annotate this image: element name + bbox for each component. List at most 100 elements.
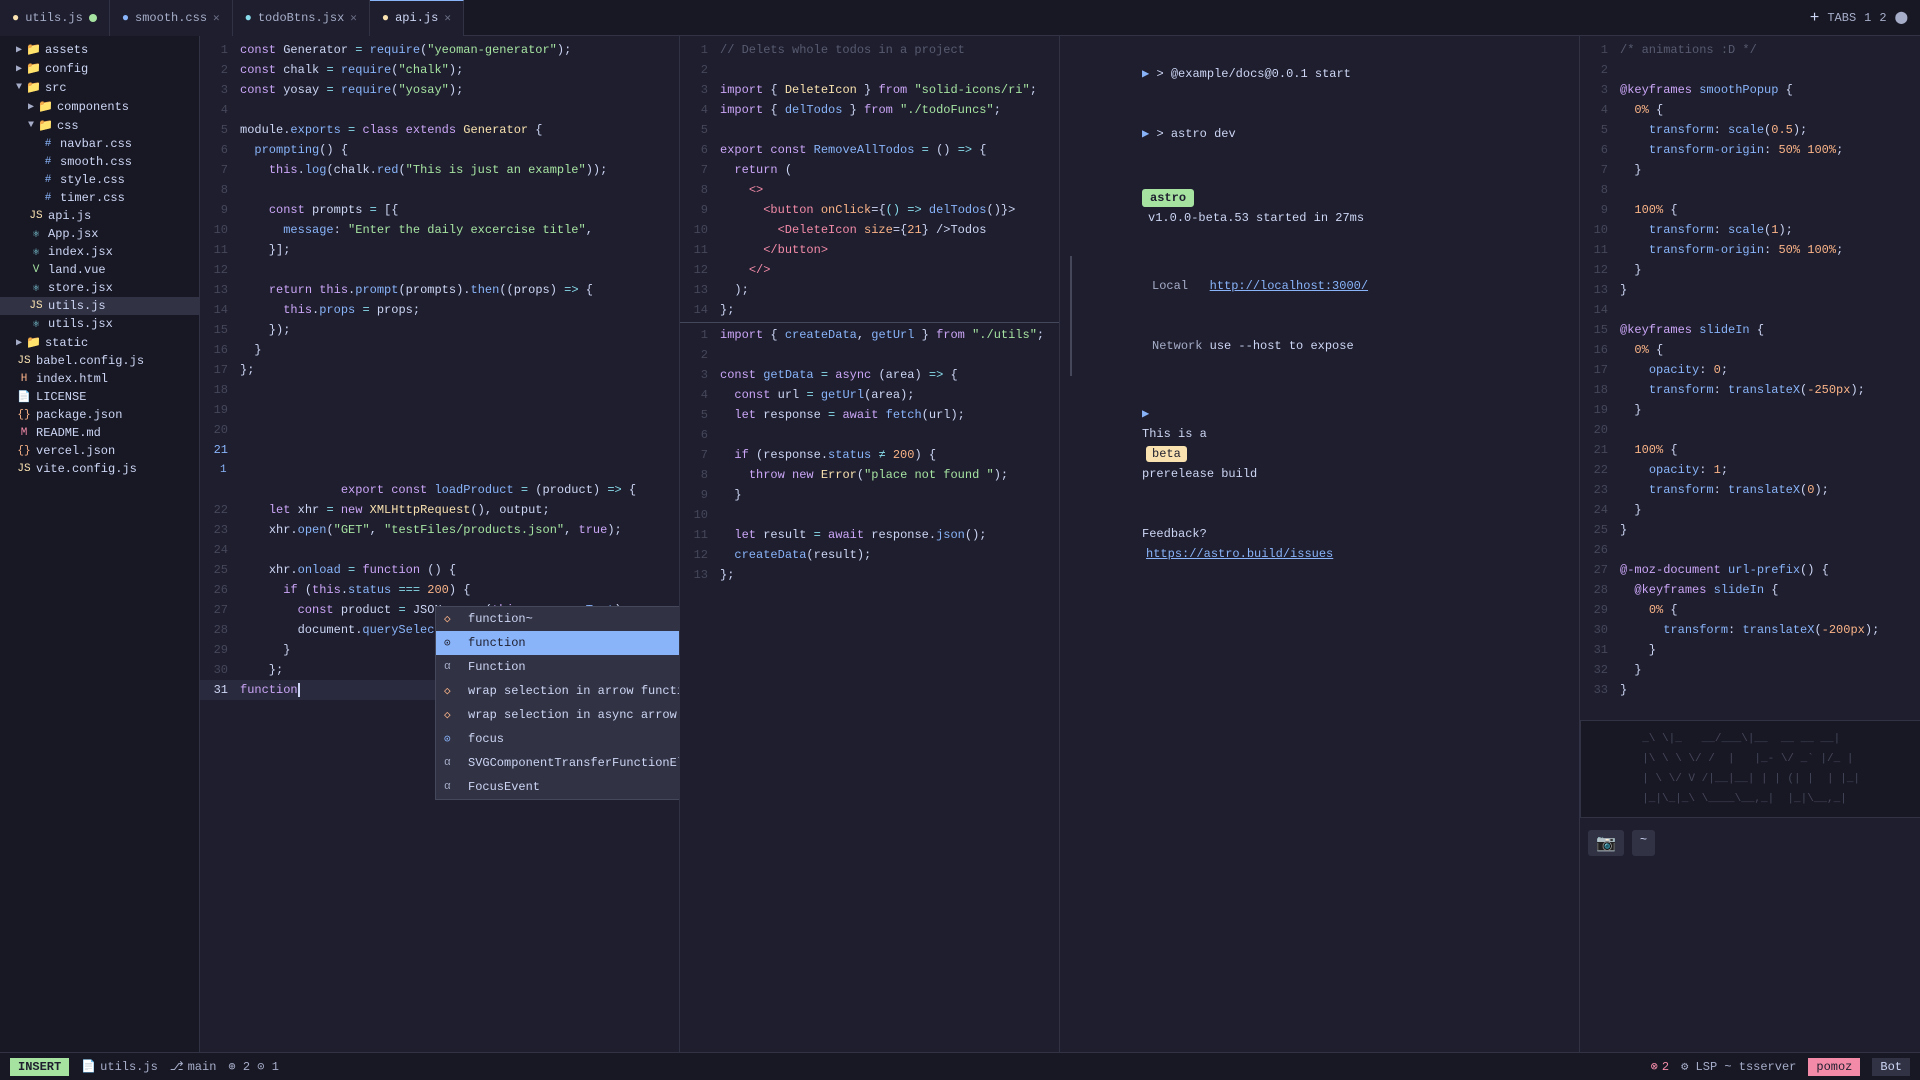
code-line: 4 const url = getUrl(area); xyxy=(680,385,1059,405)
camera-icon[interactable]: 📷 xyxy=(1588,830,1624,856)
sidebar-item-license[interactable]: 📄 LICENSE xyxy=(0,388,199,406)
close-icon[interactable]: ✕ xyxy=(350,11,357,25)
sidebar-item-label: index.html xyxy=(36,372,108,386)
code-line: 26 if (this.status === 200) { xyxy=(200,580,679,600)
sidebar-item-label: package.json xyxy=(36,408,122,422)
sidebar-item-static[interactable]: ▶ 📁 static xyxy=(0,333,199,352)
code-line: 5 xyxy=(680,120,1059,140)
code-line: 10 xyxy=(680,505,1059,525)
sidebar-item-babel-config[interactable]: JS babel.config.js xyxy=(0,352,199,370)
json-file-icon: {} xyxy=(16,409,32,421)
sidebar-item-src[interactable]: ▼ 📁 src xyxy=(0,78,199,97)
autocomplete-item-focus[interactable]: ⊙ focus Function xyxy=(436,727,680,751)
sidebar-item-timer-css[interactable]: # timer.css xyxy=(0,189,199,207)
status-errors: ⊗ 2 xyxy=(1651,1059,1669,1074)
code-line: 2 const chalk = require("chalk"); xyxy=(200,60,679,80)
code-line: 21 1 export const loadProduct = (product… xyxy=(200,440,679,500)
tab-smooth-css[interactable]: ● smooth.css ✕ xyxy=(110,0,233,36)
collapse-icon: ▶ xyxy=(16,44,22,56)
code-line: 3 import { DeleteIcon } from "solid-icon… xyxy=(680,80,1059,100)
tab-label: api.js xyxy=(395,11,438,25)
expand-icon: ▼ xyxy=(16,82,22,93)
autocomplete-item-Function-variable[interactable]: α Function Variable xyxy=(436,655,680,679)
autocomplete-item-focus-event[interactable]: α FocusEvent Variable xyxy=(436,775,680,799)
code-content-utils[interactable]: 1 const Generator = require("yeoman-gene… xyxy=(200,36,679,1052)
code-line: 15 }); xyxy=(200,320,679,340)
sidebar-item-index-jsx[interactable]: ⚛ index.jsx xyxy=(0,243,199,261)
sidebar-item-app-jsx[interactable]: ⚛ App.jsx xyxy=(0,225,199,243)
sidebar-item-components[interactable]: ▶ 📁 components xyxy=(0,97,199,116)
code-line: 33 } xyxy=(1580,680,1920,700)
sidebar-item-readme[interactable]: M README.md xyxy=(0,424,199,442)
code-line: 18 xyxy=(200,380,679,400)
tab-api-js[interactable]: ● api.js ✕ xyxy=(370,0,464,36)
sidebar-item-style-css[interactable]: # style.css xyxy=(0,171,199,189)
code-line: 14 }; xyxy=(680,300,1059,320)
status-git: ⎇ main xyxy=(170,1059,217,1074)
code-line: 5 let response = await fetch(url); xyxy=(680,405,1059,425)
astro-version: v1.0.0-beta.53 started in 27ms xyxy=(1148,211,1364,225)
js-icon: ● xyxy=(382,11,389,25)
code-line: 13 } xyxy=(1580,280,1920,300)
autocomplete-item-function-snippet[interactable]: ◇ function~ ⟨⟩ Snippet xyxy=(436,607,680,631)
terminal-line: Feedback? https://astro.build/issues xyxy=(1070,504,1569,584)
code-line: 22 opacity: 1; xyxy=(1580,460,1920,480)
sidebar-item-utils-js[interactable]: JS utils.js xyxy=(0,297,199,315)
code-line: 1 const Generator = require("yeoman-gene… xyxy=(200,40,679,60)
snippet-icon: ◇ xyxy=(444,708,460,722)
autocomplete-item-wrap-async[interactable]: ◇ wrap selection in async arrow function… xyxy=(436,703,680,727)
autocomplete-item-wrap-arrow[interactable]: ◇ wrap selection in arrow function~ ⟨⟩ S… xyxy=(436,679,680,703)
tab-utils-js[interactable]: ● utils.js xyxy=(0,0,110,36)
code-line: 23 xhr.open("GET", "testFiles/products.j… xyxy=(200,520,679,540)
sidebar-item-land-vue[interactable]: V land.vue xyxy=(0,261,199,279)
terminal-text: > @example/docs@0.0.1 start xyxy=(1156,67,1350,81)
sidebar-item-label: navbar.css xyxy=(60,137,132,151)
filename-text: utils.js xyxy=(100,1060,158,1074)
sidebar-item-config[interactable]: ▶ 📁 config xyxy=(0,59,199,78)
tilde-icon[interactable]: ~ xyxy=(1632,830,1655,856)
sidebar-item-label: babel.config.js xyxy=(36,354,144,368)
close-icon[interactable]: ✕ xyxy=(444,11,451,25)
code-line: 22 let xhr = new XMLHttpRequest(), outpu… xyxy=(200,500,679,520)
sidebar-item-assets[interactable]: ▶ 📁 assets xyxy=(0,40,199,59)
sidebar-item-index-html[interactable]: H index.html xyxy=(0,370,199,388)
code-line: 3 const yosay = require("yosay"); xyxy=(200,80,679,100)
tab-todobtns-jsx[interactable]: ● todoBtns.jsx ✕ xyxy=(233,0,370,36)
terminal-line: Network use --host to expose xyxy=(1070,316,1569,376)
sidebar-item-label: utils.js xyxy=(48,299,106,313)
feedback-text: Feedback? xyxy=(1142,527,1207,541)
code-content-api[interactable]: 1 // Delets whole todos in a project 2 3… xyxy=(680,36,1059,1052)
terminal-content[interactable]: ▶ > @example/docs@0.0.1 start ▶ > astro … xyxy=(1060,36,1579,1052)
ascii-line: _\ \|_ __/___\|__ __ __ __| xyxy=(1589,729,1920,749)
sidebar-item-css[interactable]: ▼ 📁 css xyxy=(0,116,199,135)
sidebar-item-smooth-css[interactable]: # smooth.css xyxy=(0,153,199,171)
js-file-icon: JS xyxy=(28,300,44,312)
file-icon: 📄 xyxy=(81,1059,96,1074)
code-line: 9 <button onClick={() => delTodos()}> xyxy=(680,200,1059,220)
sidebar-item-store-jsx[interactable]: ⚛ store.jsx xyxy=(0,279,199,297)
sidebar-item-label: css xyxy=(57,119,79,133)
sidebar-item-label: README.md xyxy=(36,426,101,440)
sidebar-item-vercel-json[interactable]: {} vercel.json xyxy=(0,442,199,460)
sidebar-item-api-js[interactable]: JS api.js xyxy=(0,207,199,225)
new-tab-button[interactable]: + xyxy=(1810,9,1820,27)
css-file-icon: # xyxy=(40,156,56,168)
code-line: 25 } xyxy=(1580,520,1920,540)
theme-toggle[interactable]: ⬤ xyxy=(1895,10,1908,25)
autocomplete-item-svg-transfer[interactable]: α SVGComponentTransferFunctionElement Va… xyxy=(436,751,680,775)
autocomplete-item-function-keyword[interactable]: ⊙ function Keyword xyxy=(436,631,680,655)
feedback-url[interactable]: https://astro.build/issues xyxy=(1146,547,1333,561)
sidebar-item-package-json[interactable]: {} package.json xyxy=(0,406,199,424)
code-line: 4 import { delTodos } from "./todoFuncs"… xyxy=(680,100,1059,120)
code-line: 7 return ( xyxy=(680,160,1059,180)
close-icon[interactable]: ✕ xyxy=(213,11,220,25)
tab-label: smooth.css xyxy=(135,11,207,25)
folder-icon: 📁 xyxy=(26,42,41,57)
terminal-line: ▶ > astro dev xyxy=(1070,104,1569,164)
status-right: ⊗ 2 ⚙ LSP ~ tsserver pomoz Bot xyxy=(1651,1058,1910,1076)
sidebar-item-utils-jsx[interactable]: ⚛ utils.jsx xyxy=(0,315,199,333)
code-content-css[interactable]: 1 /* animations :D */ 2 3 @keyframes smo… xyxy=(1580,36,1920,1052)
sidebar-item-vite-config[interactable]: JS vite.config.js xyxy=(0,460,199,478)
sidebar-item-navbar-css[interactable]: # navbar.css xyxy=(0,135,199,153)
terminal-line: Local http://localhost:3000/ xyxy=(1070,256,1569,316)
